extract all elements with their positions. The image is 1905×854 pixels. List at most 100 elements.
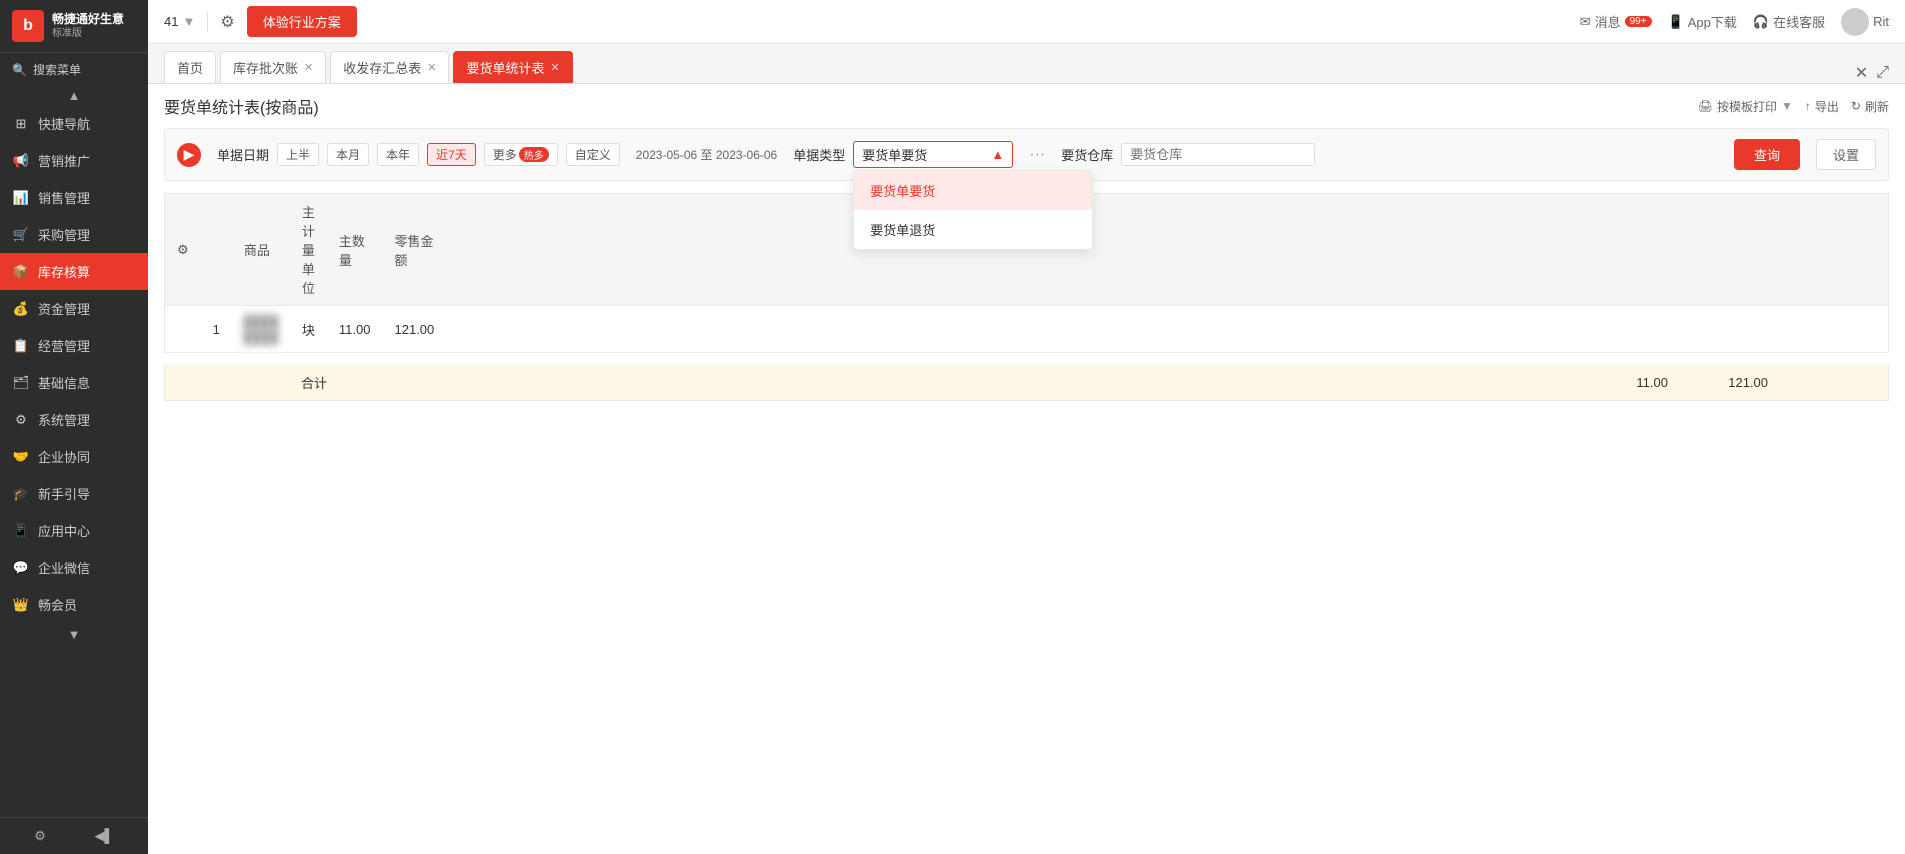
user-avatar-area[interactable]: Rit (1841, 8, 1889, 36)
sidebar-item-kuaijie[interactable]: ⊞ 快捷导航 (0, 105, 148, 142)
topbar-settings-icon[interactable]: ⚙ (220, 12, 234, 32)
sidebar-item-weixin[interactable]: 💬 企业微信 (0, 549, 148, 586)
sidebar-item-jichu[interactable]: 🗂 基础信息 (0, 364, 148, 401)
export-icon: ↑ (1805, 99, 1811, 113)
sidebar-item-kucun[interactable]: 📦 库存核算 (0, 253, 148, 290)
tab-close-kucun-pi[interactable]: ✕ (304, 61, 313, 74)
refresh-button[interactable]: ↻ 刷新 (1851, 98, 1889, 115)
sidebar-item-xitong[interactable]: ⚙ 系统管理 (0, 401, 148, 438)
headset-icon: 🎧 (1753, 14, 1769, 30)
page-actions: 🖨 按模板打印 ▼ ↑ 导出 ↻ 刷新 (1698, 98, 1889, 115)
kucun-icon: 📦 (12, 263, 30, 281)
filter-date-group: 单据日期 上半 本月 本年 近7天 更多 热多 自定义 (217, 143, 620, 166)
tab-close-all[interactable]: ✕ (1855, 63, 1868, 83)
qiye-icon: 🤝 (12, 448, 30, 466)
date-btn-zidingyi[interactable]: 自定义 (566, 143, 620, 166)
logo-icon: b (12, 10, 44, 42)
tab-home[interactable]: 首页 (164, 51, 216, 83)
sidebar-menu-toggle[interactable]: ◀▌ (95, 828, 114, 844)
sidebar-item-qiye[interactable]: 🤝 企业协同 (0, 438, 148, 475)
dropdown-item-tuihuo[interactable]: 要货单退货 (854, 210, 1092, 249)
jingying-icon: 📋 (12, 337, 30, 355)
sidebar-item-xinshou[interactable]: 🎓 新手引导 (0, 475, 148, 512)
doctype-chevron-icon: ▲ (991, 147, 1004, 162)
message-icon: ✉ (1580, 14, 1591, 30)
tab-expand[interactable]: ⤢ (1876, 64, 1889, 82)
caigou-icon: 🛒 (12, 226, 30, 244)
sidebar-scroll-down[interactable]: ▼ (0, 625, 148, 644)
sidebar-item-xiaoshou[interactable]: 📊 销售管理 (0, 179, 148, 216)
table-footer: 合计 11.00 121.00 (164, 365, 1889, 401)
topbar-right: ✉ 消息 99+ 📱 App下载 🎧 在线客服 Rit (1580, 8, 1889, 36)
th-spacer (446, 194, 1888, 306)
print-chevron-icon: ▼ (1781, 99, 1793, 113)
row-unit: 块 (290, 306, 327, 353)
messages-button[interactable]: ✉ 消息 99+ (1580, 12, 1652, 31)
row-num: 1 (201, 306, 232, 353)
th-rownum (201, 194, 232, 306)
sidebar-item-zijin[interactable]: 💰 资金管理 (0, 290, 148, 327)
tab-kucun-pi[interactable]: 库存批次账 ✕ (220, 51, 326, 83)
sidebar: b 畅捷通好生意 标准版 🔍 搜索菜单 ▲ ⊞ 快捷导航 📢 营销推广 📊 销售… (0, 0, 148, 854)
date-range-display: 2023-05-06 至 2023-06-06 (636, 146, 777, 163)
th-product: 商品 (232, 194, 290, 306)
sidebar-item-yingyong[interactable]: 📱 应用中心 (0, 512, 148, 549)
xitong-icon: ⚙ (12, 411, 30, 429)
user-name: Rit (1873, 14, 1889, 29)
tab-close-yaohuo[interactable]: ✕ (551, 61, 560, 74)
settings-button[interactable]: 设置 (1816, 139, 1876, 170)
dropdown-item-yaohuo[interactable]: 要货单要货 (854, 171, 1092, 210)
table-body: 1 ████ ████ 块 11.00 121.00 (165, 306, 1889, 353)
page-title: 要货单统计表(按商品) (164, 94, 319, 118)
doctype-dropdown: 要货单要货 要货单退货 (853, 170, 1093, 250)
sidebar-item-yingxiao[interactable]: 📢 营销推广 (0, 142, 148, 179)
warehouse-label: 要货仓库 (1061, 145, 1113, 164)
row-product: ████ ████ (232, 306, 290, 353)
date-btn-benyue[interactable]: 本月 (327, 143, 369, 166)
sidebar-settings-icon[interactable]: ⚙ (34, 828, 46, 844)
footer-quantity: 11.00 (1576, 375, 1676, 390)
avatar (1841, 8, 1869, 36)
sidebar-item-caigou[interactable]: 🛒 采购管理 (0, 216, 148, 253)
promo-button[interactable]: 体验行业方案 (247, 6, 357, 37)
doctype-select[interactable]: 要货单要货 ▲ (853, 141, 1013, 168)
mobile-icon: 📱 (1668, 14, 1684, 30)
sidebar-bottom: ⚙ ◀▌ (0, 817, 148, 854)
warehouse-input[interactable] (1121, 143, 1315, 166)
th-settings[interactable]: ⚙ (165, 194, 201, 306)
filter-expand-button[interactable]: ▶ (177, 143, 201, 167)
logo-text: 畅捷通好生意 标准版 (52, 11, 124, 42)
print-icon: 🖨 (1698, 99, 1713, 113)
sidebar-item-jingying[interactable]: 📋 经营管理 (0, 327, 148, 364)
tab-yaohuo[interactable]: 要货单统计表 ✕ (453, 51, 572, 83)
more-filters-button[interactable]: ··· (1029, 146, 1045, 164)
th-amount: 零售金额 (383, 194, 447, 306)
date-btn-jin7[interactable]: 近7天 (427, 143, 476, 166)
row-amount: 121.00 (383, 306, 447, 353)
message-badge: 99+ (1625, 16, 1652, 27)
zijin-icon: 💰 (12, 300, 30, 318)
tab-shoufahu[interactable]: 收发存汇总表 ✕ (330, 51, 449, 83)
sidebar-search[interactable]: 🔍 搜索菜单 (0, 53, 148, 86)
date-btn-gengduo[interactable]: 更多 热多 (484, 143, 558, 166)
export-button[interactable]: ↑ 导出 (1805, 98, 1839, 115)
filter-warehouse-group: 要货仓库 (1061, 143, 1315, 166)
query-button[interactable]: 查询 (1734, 139, 1800, 170)
kuaijie-icon: ⊞ (12, 115, 30, 133)
doctype-input-wrapper: 要货单要货 ▲ 要货单要货 要货单退货 (853, 141, 1013, 168)
tab-close-shoufahu[interactable]: ✕ (427, 61, 436, 74)
main-area: 41 ▼ ⚙ 体验行业方案 ✉ 消息 99+ 📱 App下载 🎧 在线客服 Ri… (148, 0, 1905, 854)
sidebar-scroll-up[interactable]: ▲ (0, 86, 148, 105)
topbar-company-selector[interactable]: 41 ▼ (164, 14, 195, 29)
app-download-button[interactable]: 📱 App下载 (1668, 12, 1737, 31)
filter-bar: ▶ 单据日期 上半 本月 本年 近7天 更多 热多 自定义 2023-05-06… (164, 128, 1889, 181)
date-btn-shangban[interactable]: 上半 (277, 143, 319, 166)
print-button[interactable]: 🖨 按模板打印 ▼ (1698, 98, 1793, 115)
jichu-icon: 🗂 (12, 374, 30, 392)
date-btn-bennian[interactable]: 本年 (377, 143, 419, 166)
tabbar: 首页 库存批次账 ✕ 收发存汇总表 ✕ 要货单统计表 ✕ ✕ ⤢ (148, 44, 1905, 84)
online-service-button[interactable]: 🎧 在线客服 (1753, 12, 1825, 31)
page-header: 要货单统计表(按商品) 🖨 按模板打印 ▼ ↑ 导出 ↻ 刷新 (148, 84, 1905, 128)
footer-label: 合计 (289, 373, 489, 392)
sidebar-item-huiyuan[interactable]: 👑 畅会员 (0, 586, 148, 623)
